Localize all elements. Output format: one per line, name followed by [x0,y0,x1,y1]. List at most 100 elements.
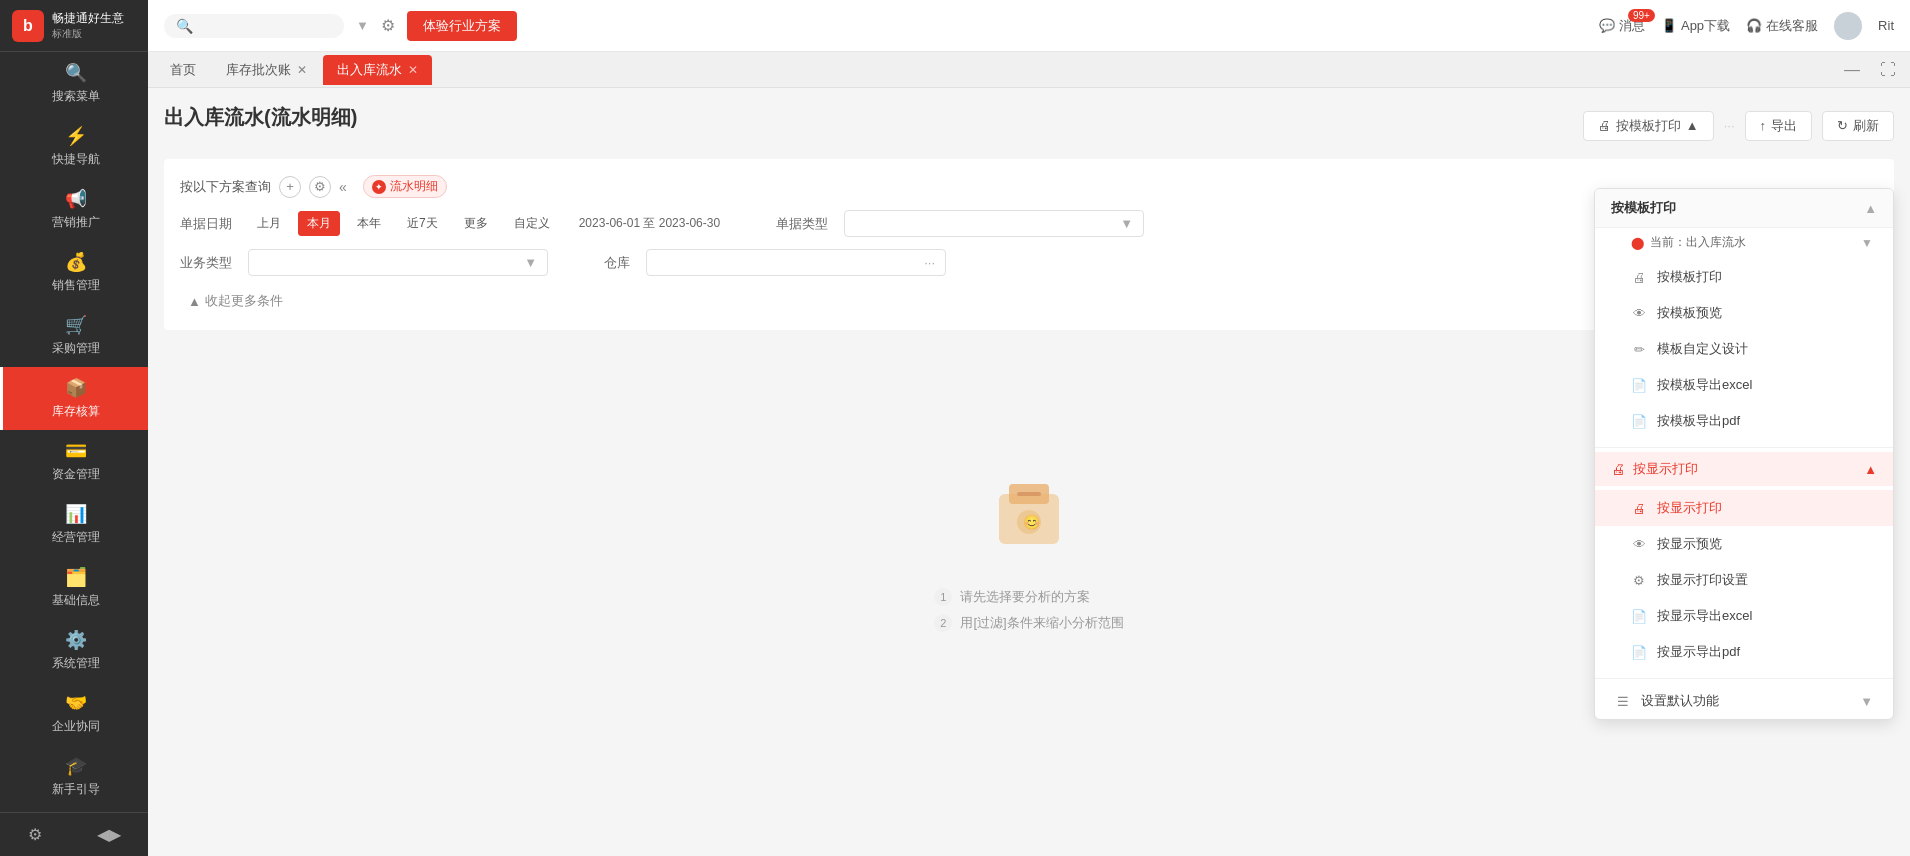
user-name[interactable]: Rit [1878,18,1894,33]
tab-flow[interactable]: 出入库流水 ✕ [323,55,432,85]
sidebar-item-corp[interactable]: 🤝 企业协同 [0,682,148,745]
date-custom-btn[interactable]: 自定义 [505,211,559,236]
dropdown-template-pdf[interactable]: 📄 按模板导出pdf [1595,403,1893,439]
search-box-icon: 🔍 [176,18,193,34]
display-pdf-icon: 📄 [1631,644,1647,660]
tag-label: 流水明细 [390,178,438,195]
filter-collapse-icon[interactable]: « [339,179,347,195]
print-template-btn[interactable]: 🖨 按模板打印 ▲ [1583,111,1714,141]
template-preview-label: 按模板预览 [1657,304,1722,322]
display-section-icon: 🖨 [1611,461,1625,477]
flash-icon: ⚡ [65,125,87,147]
pdf-icon: 📄 [1631,413,1647,429]
sidebar-item-purchase[interactable]: 🛒 采购管理 [0,304,148,367]
display-excel-label: 按显示导出excel [1657,607,1752,625]
message-icon: 💬 [1599,18,1615,33]
sidebar-item-label: 采购管理 [52,340,100,357]
sidebar-item-finance[interactable]: 💳 资金管理 [0,430,148,493]
date-more-btn[interactable]: 更多 [455,211,497,236]
trial-btn[interactable]: 体验行业方案 [407,11,517,41]
warehouse-select[interactable]: ··· [646,249,946,276]
dropdown-template-print[interactable]: 🖨 按模板打印 [1595,259,1893,295]
sidebar-item-inventory[interactable]: 📦 库存核算 [0,367,148,430]
megaphone-icon: 📢 [65,188,87,210]
refresh-btn[interactable]: ↻ 刷新 [1822,111,1894,141]
sidebar-item-label: 资金管理 [52,466,100,483]
date-filter-label: 单据日期 [180,215,232,233]
tab-flow-close-icon[interactable]: ✕ [408,63,418,77]
app-download-btn[interactable]: 📱 App下载 [1661,17,1730,35]
dropdown-display-print[interactable]: 🖨 按显示打印 [1595,490,1893,526]
sidebar-item-label: 新手引导 [52,781,100,798]
dropdown-display-pdf[interactable]: 📄 按显示导出pdf [1595,634,1893,670]
svg-text:😊: 😊 [1023,514,1041,531]
dropdown-header-label: 按模板打印 [1611,199,1676,217]
sidebar: b 畅捷通好生意 标准版 🔍 搜索菜单 ⚡ 快捷导航 📢 营销推广 💰 销售管理… [0,0,148,856]
filter-tag-item[interactable]: ✦ 流水明细 [363,175,447,198]
tab-batch-close-icon[interactable]: ✕ [297,63,307,77]
sidebar-item-marketing[interactable]: 📢 营销推广 [0,178,148,241]
logo-icon: b [12,10,44,42]
search-icon: 🔍 [65,62,87,84]
sidebar-item-quicknav[interactable]: ⚡ 快捷导航 [0,115,148,178]
tab-batch[interactable]: 库存批次账 ✕ [212,55,321,85]
online-service-btn[interactable]: 🎧 在线客服 [1746,17,1818,35]
chart-icon: 📊 [65,503,87,525]
dropdown-template-custom[interactable]: ✏ 模板自定义设计 [1595,331,1893,367]
step2-text: 用[过滤]条件来缩小分析范围 [960,610,1123,636]
date-last-month-btn[interactable]: 上月 [248,211,290,236]
filter-setting-btn[interactable]: ⚙ [309,176,331,198]
sidebar-item-sales[interactable]: 💰 销售管理 [0,241,148,304]
default-func-chevron: ▼ [1860,694,1873,709]
date-this-month-btn[interactable]: 本月 [298,211,340,236]
date-7days-btn[interactable]: 近7天 [398,211,447,236]
voucher-type-select[interactable]: ▼ [844,210,1144,237]
sidebar-item-label: 销售管理 [52,277,100,294]
search-box[interactable]: 🔍 [164,14,344,38]
search-input[interactable] [199,18,299,33]
dropdown-display-excel[interactable]: 📄 按显示导出excel [1595,598,1893,634]
tab-maximize-btn[interactable]: ⛶ [1874,59,1902,81]
dropdown-default-func[interactable]: ☰ 设置默认功能 ▼ [1595,683,1893,719]
dropdown-template-excel[interactable]: 📄 按模板导出excel [1595,367,1893,403]
tab-flow-label: 出入库流水 [337,61,402,79]
page-action-bar: 🖨 按模板打印 ▲ ··· ↑ 导出 ↻ 刷新 [1583,111,1894,141]
dropdown-display-preview[interactable]: 👁 按显示预览 [1595,526,1893,562]
dropdown-display-settings[interactable]: ⚙ 按显示打印设置 [1595,562,1893,598]
sidebar-nav: 🔍 搜索菜单 ⚡ 快捷导航 📢 营销推广 💰 销售管理 🛒 采购管理 📦 库存核… [0,52,148,812]
sidebar-item-operations[interactable]: 📊 经营管理 [0,493,148,556]
message-btn[interactable]: 💬 消息 99+ [1599,17,1645,35]
settings-icon[interactable]: ⚙ [28,825,42,844]
template-pdf-label: 按模板导出pdf [1657,412,1740,430]
display-excel-icon: 📄 [1631,608,1647,624]
app-download-label: App下载 [1681,17,1730,35]
user-avatar[interactable] [1834,12,1862,40]
sidebar-item-label: 企业协同 [52,718,100,735]
collapse-btn[interactable]: ▲ 收起更多条件 [180,288,291,314]
tab-home[interactable]: 首页 [156,55,210,85]
warehouse-label: 仓库 [604,254,630,272]
collapse-sidebar-icon[interactable]: ◀▶ [97,825,121,844]
settings-gear-icon[interactable]: ⚙ [381,16,395,35]
dropdown-arrow-icon[interactable]: ▼ [356,18,369,33]
tab-bar: 首页 库存批次账 ✕ 出入库流水 ✕ — ⛶ [148,52,1910,88]
display-settings-icon: ⚙ [1631,572,1647,588]
export-btn[interactable]: ↑ 导出 [1745,111,1813,141]
dropdown-display-section-header[interactable]: 🖨 按显示打印 ▲ [1595,452,1893,486]
dropdown-divider [1595,447,1893,448]
sidebar-item-search[interactable]: 🔍 搜索菜单 [0,52,148,115]
date-this-year-btn[interactable]: 本年 [348,211,390,236]
sidebar-item-basic[interactable]: 🗂️ 基础信息 [0,556,148,619]
dropdown-template-preview[interactable]: 👁 按模板预览 [1595,295,1893,331]
tab-minimize-btn[interactable]: — [1838,59,1866,81]
template-print-label: 按模板打印 [1657,268,1722,286]
voucher-type-label: 单据类型 [776,215,828,233]
sidebar-item-label: 经营管理 [52,529,100,546]
business-type-select[interactable]: ▼ [248,249,548,276]
sidebar-item-system[interactable]: ⚙️ 系统管理 [0,619,148,682]
tab-batch-label: 库存批次账 [226,61,291,79]
filter-add-btn[interactable]: + [279,176,301,198]
empty-state-image: 😊 [979,464,1079,564]
sidebar-item-guide[interactable]: 🎓 新手引导 [0,745,148,808]
sidebar-item-label: 库存核算 [52,403,100,420]
